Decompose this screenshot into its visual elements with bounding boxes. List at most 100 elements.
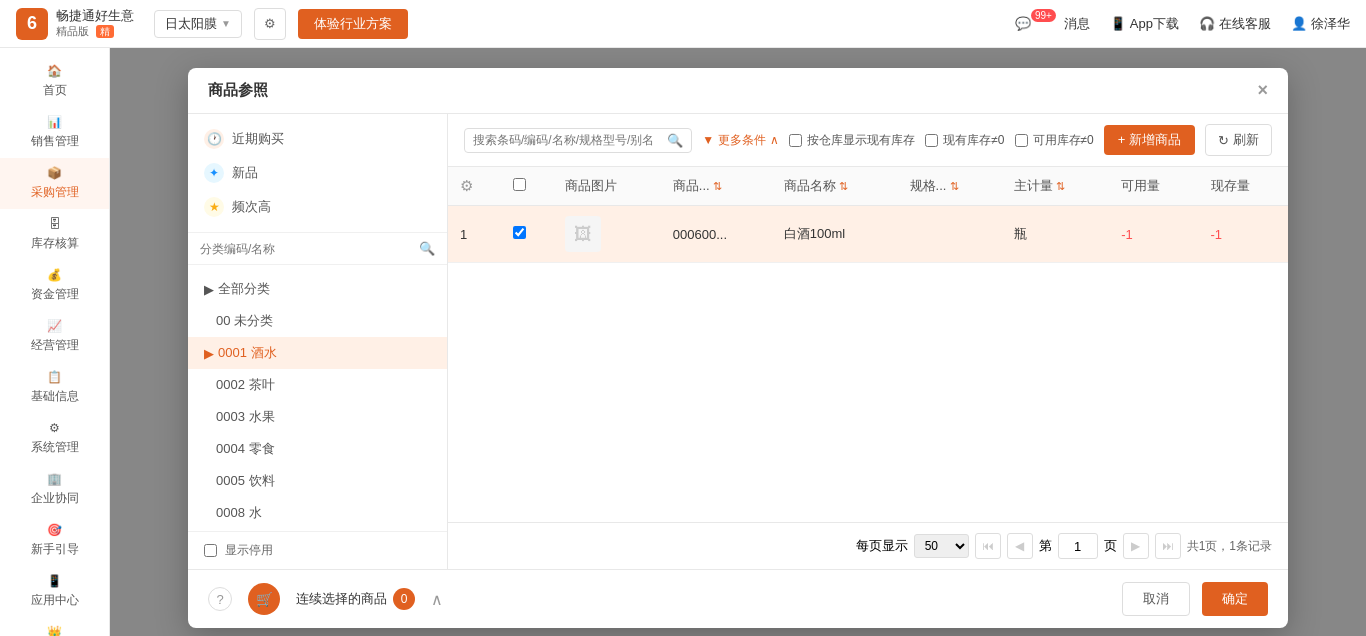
modal-title: 商品参照: [208, 81, 268, 100]
user-item[interactable]: 👤 徐泽华: [1291, 15, 1350, 33]
cat-water[interactable]: 0008 水: [188, 497, 447, 529]
trial-button[interactable]: 体验行业方案: [298, 9, 408, 39]
cell-unit: 瓶: [1002, 206, 1109, 263]
quick-filter-frequent[interactable]: ★ 频次高: [188, 190, 447, 224]
sidebar-item-member[interactable]: 👑 畅会员: [0, 617, 109, 636]
cat-all[interactable]: ▶ 全部分类: [188, 273, 447, 305]
search-icon[interactable]: 🔍: [419, 241, 435, 256]
quick-filters: 🕐 近期购买 ✦ 新品 ★ 频次高: [188, 114, 447, 233]
app-download-item[interactable]: 📱 App下载: [1110, 15, 1179, 33]
col-checkbox: [501, 167, 554, 206]
basic-info-icon: 📋: [47, 370, 62, 384]
sidebar-item-operations[interactable]: 📈 经营管理: [0, 311, 109, 362]
product-search-input[interactable]: [473, 133, 661, 147]
last-page-button[interactable]: ⏭: [1155, 533, 1181, 559]
clock-icon: 🕐: [204, 129, 224, 149]
select-all-checkbox[interactable]: [513, 178, 526, 191]
show-disabled-checkbox[interactable]: [204, 544, 217, 557]
collapse-button[interactable]: ∧: [431, 590, 443, 609]
product-image: 🖼: [565, 216, 601, 252]
refresh-button[interactable]: ↻ 刷新: [1205, 124, 1272, 156]
enterprise-icon: 🏢: [47, 472, 62, 486]
avatar: 👤: [1291, 16, 1307, 31]
nav-selector[interactable]: 日太阳膜 ▼: [154, 10, 242, 38]
sort-icon: ⇅: [713, 180, 722, 192]
modal-body: 🕐 近期购买 ✦ 新品 ★ 频次高: [188, 114, 1288, 569]
category-search-box: 🔍: [188, 233, 447, 265]
nav-right: 💬 99+ 消息 📱 App下载 🎧 在线客服 👤 徐泽华: [1015, 15, 1350, 33]
cat-snack[interactable]: 0004 零食: [188, 433, 447, 465]
content-area: 商品参照 × 🕐 近期购买 ✦: [110, 48, 1366, 636]
toolbar: 🔍 ▼ 更多条件 ∧ 按仓库显示现有库存: [448, 114, 1288, 167]
sidebar-item-purchase[interactable]: 📦 采购管理: [0, 158, 109, 209]
page-number-input[interactable]: [1058, 533, 1098, 559]
col-unit[interactable]: 主计量 ⇅: [1002, 167, 1109, 206]
arrow-right-icon: ▶: [204, 282, 214, 297]
quick-filter-recent[interactable]: 🕐 近期购买: [188, 122, 447, 156]
cart-button[interactable]: 🛒: [248, 583, 280, 615]
cat-fruit[interactable]: 0003 水果: [188, 401, 447, 433]
quick-filter-new[interactable]: ✦ 新品: [188, 156, 447, 190]
more-filter-button[interactable]: ▼ 更多条件 ∧: [702, 132, 779, 149]
next-page-button[interactable]: ▶: [1123, 533, 1149, 559]
confirm-button[interactable]: 确定: [1202, 582, 1268, 616]
cat-beverage[interactable]: 0005 饮料: [188, 465, 447, 497]
sidebar-item-basic-info[interactable]: 📋 基础信息: [0, 362, 109, 413]
cat-tea[interactable]: 0002 茶叶: [188, 369, 447, 401]
sidebar-item-enterprise[interactable]: 🏢 企业协同: [0, 464, 109, 515]
col-stock: 现存量: [1199, 167, 1288, 206]
help-button[interactable]: ?: [208, 587, 232, 611]
search-icon[interactable]: 🔍: [667, 133, 683, 148]
online-service-item[interactable]: 🎧 在线客服: [1199, 15, 1271, 33]
stock-nonzero-filter[interactable]: 现有库存≠0: [925, 132, 1004, 149]
page-size-select[interactable]: 50 20 100: [914, 534, 969, 558]
sidebar-item-app-center[interactable]: 📱 应用中心: [0, 566, 109, 617]
column-settings-icon[interactable]: ⚙: [460, 177, 473, 194]
chevron-down-icon: ▼: [221, 18, 231, 29]
col-name[interactable]: 商品名称 ⇅: [772, 167, 898, 206]
row-checkbox[interactable]: [513, 226, 526, 239]
col-img: 商品图片: [553, 167, 661, 206]
sidebar-item-sales[interactable]: 📊 销售管理: [0, 107, 109, 158]
product-table-container: ⚙ 商品图片 商品... ⇅: [448, 167, 1288, 522]
sidebar-item-inventory[interactable]: 🗄 库存核算: [0, 209, 109, 260]
stock-nonzero-checkbox[interactable]: [925, 134, 938, 147]
main-layout: 🏠 首页 📊 销售管理 📦 采购管理 🗄 库存核算 💰 资金管理 📈 经营管理 …: [0, 48, 1366, 636]
product-search-bar: 🔍: [464, 128, 692, 153]
settings-button[interactable]: ⚙: [254, 8, 286, 40]
category-search-input[interactable]: [200, 242, 413, 256]
member-icon: 👑: [47, 625, 62, 636]
available-nonzero-filter[interactable]: 可用库存≠0: [1015, 132, 1094, 149]
total-info: 共1页，1条记录: [1187, 538, 1272, 555]
sort-icon-spec: ⇅: [950, 180, 959, 192]
available-nonzero-checkbox[interactable]: [1015, 134, 1028, 147]
cat-uncategorized[interactable]: 00 未分类: [188, 305, 447, 337]
cat-liquor[interactable]: ▶ 0001 酒水: [188, 337, 447, 369]
download-icon: 📱: [1110, 16, 1126, 31]
cell-checkbox[interactable]: [501, 206, 554, 263]
sidebar-item-system[interactable]: ⚙ 系统管理: [0, 413, 109, 464]
col-code[interactable]: 商品... ⇅: [661, 167, 772, 206]
modal-close-button[interactable]: ×: [1257, 80, 1268, 101]
continuous-select-label: 连续选择的商品 0: [296, 588, 415, 610]
headset-icon: 🎧: [1199, 16, 1215, 31]
star-icon: ★: [204, 197, 224, 217]
gear-icon: ⚙: [264, 16, 276, 31]
right-panel: 🔍 ▼ 更多条件 ∧ 按仓库显示现有库存: [448, 114, 1288, 569]
sidebar-item-guide[interactable]: 🎯 新手引导: [0, 515, 109, 566]
cell-available: -1: [1109, 206, 1198, 263]
footer-buttons: 取消 确定: [1122, 582, 1268, 616]
warehouse-filter[interactable]: 按仓库显示现有库存: [789, 132, 915, 149]
warehouse-checkbox[interactable]: [789, 134, 802, 147]
sidebar-item-home[interactable]: 🏠 首页: [0, 56, 109, 107]
table-row[interactable]: 1 🖼 000600... 白酒100ml: [448, 206, 1288, 263]
sidebar-item-finance[interactable]: 💰 资金管理: [0, 260, 109, 311]
message-item[interactable]: 💬 99+ 消息: [1015, 15, 1090, 33]
cancel-button[interactable]: 取消: [1122, 582, 1190, 616]
edition-badge: 精: [96, 25, 114, 38]
add-product-button[interactable]: + 新增商品: [1104, 125, 1195, 155]
prev-page-button[interactable]: ◀: [1007, 533, 1033, 559]
cell-stock: -1: [1199, 206, 1288, 263]
first-page-button[interactable]: ⏮: [975, 533, 1001, 559]
col-spec[interactable]: 规格... ⇅: [898, 167, 1002, 206]
